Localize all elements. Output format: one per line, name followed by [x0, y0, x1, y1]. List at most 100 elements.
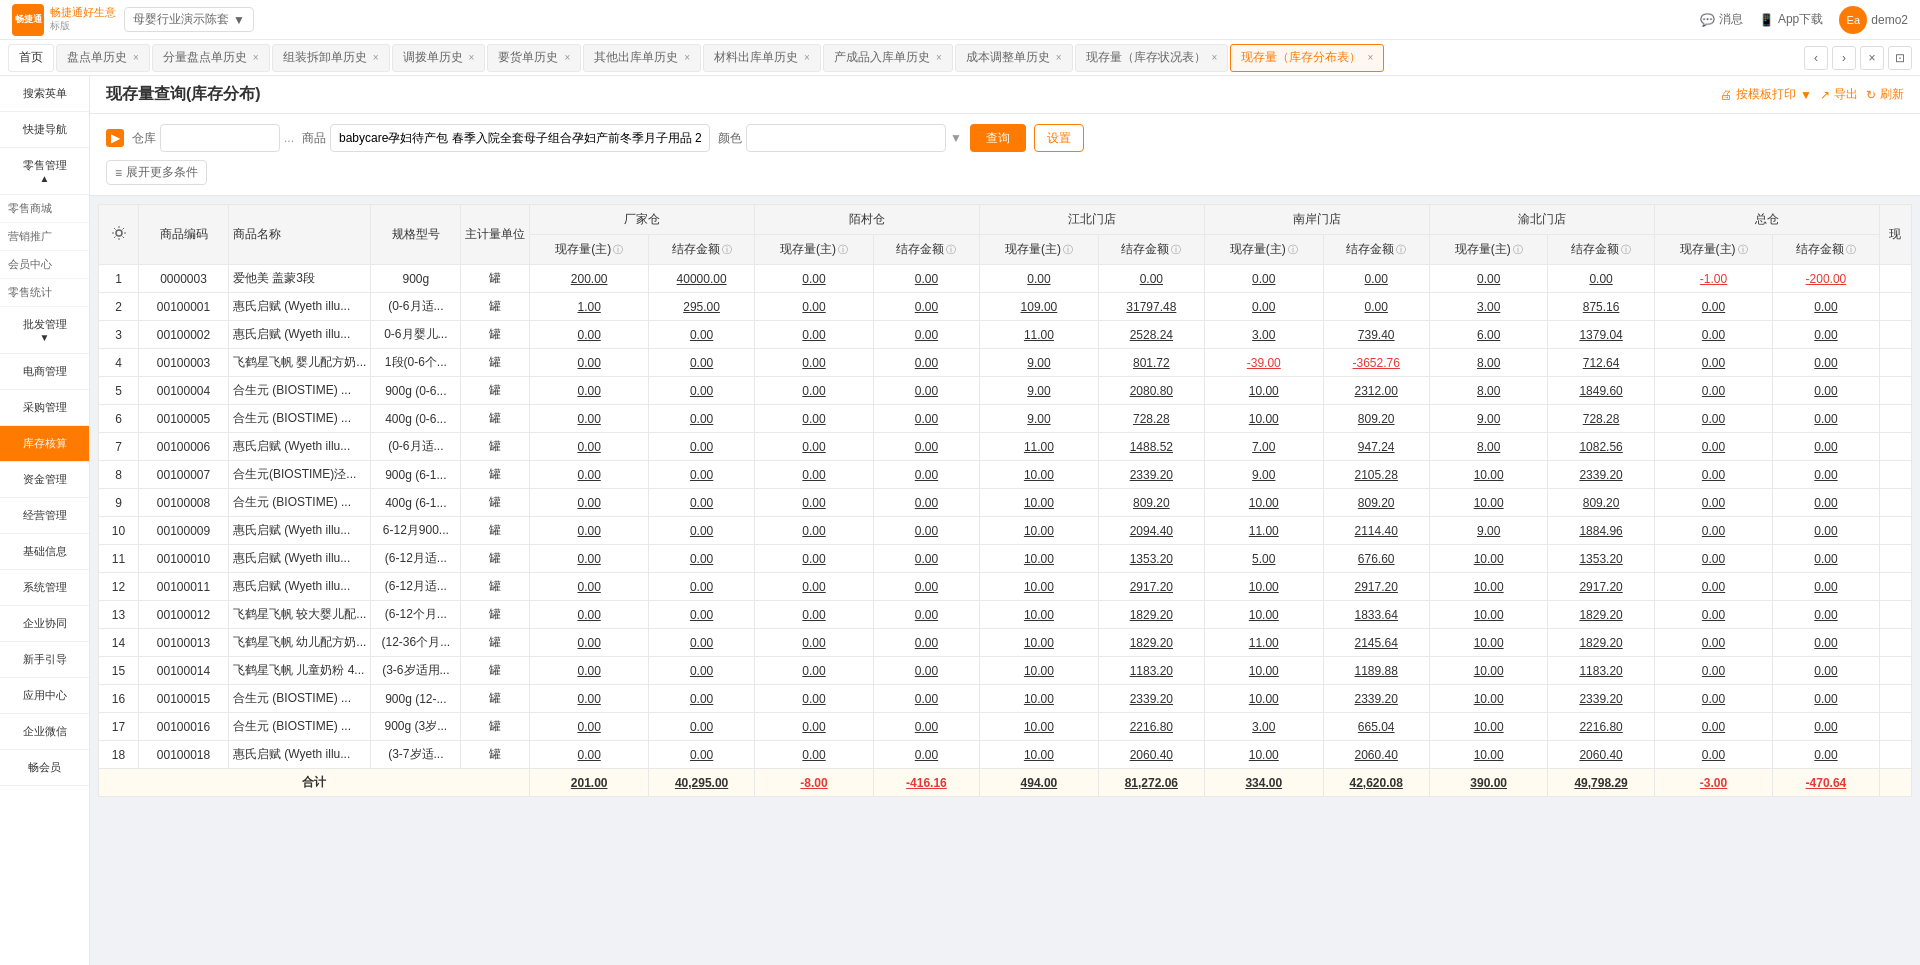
cell-qty-3[interactable]: 11.00	[1204, 629, 1323, 657]
cell-qty-4[interactable]: 10.00	[1429, 657, 1548, 685]
cell-amt-5[interactable]: 0.00	[1773, 349, 1879, 377]
tab-prev-button[interactable]: ‹	[1804, 46, 1828, 70]
cell-amt-1[interactable]: 0.00	[873, 713, 979, 741]
cell-qty-0[interactable]: 0.00	[530, 377, 649, 405]
cell-amt-0[interactable]: 0.00	[648, 601, 754, 629]
color-input[interactable]	[746, 124, 946, 152]
cell-qty-5[interactable]: 0.00	[1654, 349, 1773, 377]
cell-qty-2[interactable]: 10.00	[980, 741, 1099, 769]
cell-amt-0[interactable]: 0.00	[648, 685, 754, 713]
total-factory-amt[interactable]: 40,295.00	[648, 769, 754, 797]
sidebar-item-guide[interactable]: 新手引导	[0, 642, 89, 678]
cell-amt-4[interactable]: 2216.80	[1548, 713, 1654, 741]
cell-qty-2[interactable]: 10.00	[980, 685, 1099, 713]
cell-qty-0[interactable]: 0.00	[530, 657, 649, 685]
cell-amt-4[interactable]: 728.28	[1548, 405, 1654, 433]
cell-amt-1[interactable]: 0.00	[873, 657, 979, 685]
cell-qty-0[interactable]: 0.00	[530, 489, 649, 517]
cell-amt-3[interactable]: 665.04	[1323, 713, 1429, 741]
cell-qty-4[interactable]: 10.00	[1429, 489, 1548, 517]
cell-qty-1[interactable]: 0.00	[755, 517, 874, 545]
close-icon[interactable]: ×	[684, 52, 690, 63]
total-jiangbei-qty[interactable]: 494.00	[980, 769, 1099, 797]
cell-amt-0[interactable]: 0.00	[648, 489, 754, 517]
sidebar-item-purchase[interactable]: 采购管理	[0, 390, 89, 426]
industry-selector[interactable]: 母婴行业演示陈套 ▼	[124, 7, 254, 32]
query-button[interactable]: 查询	[970, 124, 1026, 152]
sidebar-item-finance[interactable]: 资金管理	[0, 462, 89, 498]
cell-qty-2[interactable]: 10.00	[980, 657, 1099, 685]
cell-qty-2[interactable]: 10.00	[980, 573, 1099, 601]
total-yubei-qty[interactable]: 390.00	[1429, 769, 1548, 797]
close-icon[interactable]: ×	[1212, 52, 1218, 63]
cell-amt-5[interactable]: 0.00	[1773, 405, 1879, 433]
cell-qty-5[interactable]: 0.00	[1654, 321, 1773, 349]
cell-qty-5[interactable]: 0.00	[1654, 545, 1773, 573]
cell-amt-3[interactable]: 2312.00	[1323, 377, 1429, 405]
close-icon[interactable]: ×	[936, 52, 942, 63]
cell-amt-4[interactable]: 1183.20	[1548, 657, 1654, 685]
cell-qty-3[interactable]: 10.00	[1204, 405, 1323, 433]
cell-qty-0[interactable]: 0.00	[530, 517, 649, 545]
cell-qty-0[interactable]: 0.00	[530, 433, 649, 461]
cell-amt-0[interactable]: 0.00	[648, 545, 754, 573]
cell-amt-3[interactable]: 2145.64	[1323, 629, 1429, 657]
cell-amt-1[interactable]: 0.00	[873, 685, 979, 713]
cell-qty-0[interactable]: 0.00	[530, 713, 649, 741]
cell-amt-2[interactable]: 2339.20	[1098, 685, 1204, 713]
close-icon[interactable]: ×	[133, 52, 139, 63]
cell-amt-4[interactable]: 712.64	[1548, 349, 1654, 377]
cell-amt-1[interactable]: 0.00	[873, 741, 979, 769]
cell-qty-1[interactable]: 0.00	[755, 741, 874, 769]
cell-qty-0[interactable]: 0.00	[530, 685, 649, 713]
cell-qty-3[interactable]: 9.00	[1204, 461, 1323, 489]
cell-amt-2[interactable]: 2060.40	[1098, 741, 1204, 769]
cell-qty-5[interactable]: -1.00	[1654, 265, 1773, 293]
tab-order[interactable]: 要货单历史 ×	[487, 44, 581, 72]
cell-amt-0[interactable]: 0.00	[648, 461, 754, 489]
cell-amt-3[interactable]: 739.40	[1323, 321, 1429, 349]
cell-qty-1[interactable]: 0.00	[755, 265, 874, 293]
sidebar-item-wechat[interactable]: 企业微信	[0, 714, 89, 750]
close-icon[interactable]: ×	[804, 52, 810, 63]
cell-qty-5[interactable]: 0.00	[1654, 433, 1773, 461]
cell-amt-2[interactable]: 801.72	[1098, 349, 1204, 377]
sidebar-item-marketing[interactable]: 营销推广	[0, 223, 89, 251]
cell-amt-1[interactable]: 0.00	[873, 517, 979, 545]
cell-amt-5[interactable]: 0.00	[1773, 545, 1879, 573]
cell-qty-5[interactable]: 0.00	[1654, 377, 1773, 405]
cell-amt-1[interactable]: 0.00	[873, 461, 979, 489]
message-button[interactable]: 💬 消息	[1700, 11, 1743, 28]
cell-qty-0[interactable]: 0.00	[530, 741, 649, 769]
cell-amt-3[interactable]: 1189.88	[1323, 657, 1429, 685]
close-icon[interactable]: ×	[469, 52, 475, 63]
cell-qty-4[interactable]: 9.00	[1429, 405, 1548, 433]
cell-qty-5[interactable]: 0.00	[1654, 713, 1773, 741]
cell-qty-0[interactable]: 0.00	[530, 601, 649, 629]
cell-qty-0[interactable]: 200.00	[530, 265, 649, 293]
cell-qty-2[interactable]: 10.00	[980, 601, 1099, 629]
cell-qty-0[interactable]: 0.00	[530, 573, 649, 601]
cell-amt-2[interactable]: 2080.80	[1098, 377, 1204, 405]
cell-amt-0[interactable]: 0.00	[648, 629, 754, 657]
cell-amt-3[interactable]: 0.00	[1323, 265, 1429, 293]
tab-close-button[interactable]: ×	[1860, 46, 1884, 70]
cell-qty-5[interactable]: 0.00	[1654, 657, 1773, 685]
cell-qty-1[interactable]: 0.00	[755, 685, 874, 713]
cell-qty-1[interactable]: 0.00	[755, 321, 874, 349]
cell-qty-3[interactable]: 10.00	[1204, 573, 1323, 601]
cell-qty-5[interactable]: 0.00	[1654, 629, 1773, 657]
cell-amt-2[interactable]: 2094.40	[1098, 517, 1204, 545]
cell-amt-3[interactable]: 676.60	[1323, 545, 1429, 573]
cell-amt-2[interactable]: 1353.20	[1098, 545, 1204, 573]
cell-amt-5[interactable]: 0.00	[1773, 629, 1879, 657]
cell-amt-2[interactable]: 2528.24	[1098, 321, 1204, 349]
cell-qty-0[interactable]: 0.00	[530, 321, 649, 349]
cell-qty-4[interactable]: 10.00	[1429, 629, 1548, 657]
print-button[interactable]: 🖨 按模板打印 ▼	[1720, 86, 1812, 103]
cell-qty-0[interactable]: 0.00	[530, 405, 649, 433]
cell-qty-3[interactable]: -39.00	[1204, 349, 1323, 377]
cell-qty-3[interactable]: 10.00	[1204, 601, 1323, 629]
cell-amt-0[interactable]: 0.00	[648, 321, 754, 349]
cell-amt-2[interactable]: 728.28	[1098, 405, 1204, 433]
